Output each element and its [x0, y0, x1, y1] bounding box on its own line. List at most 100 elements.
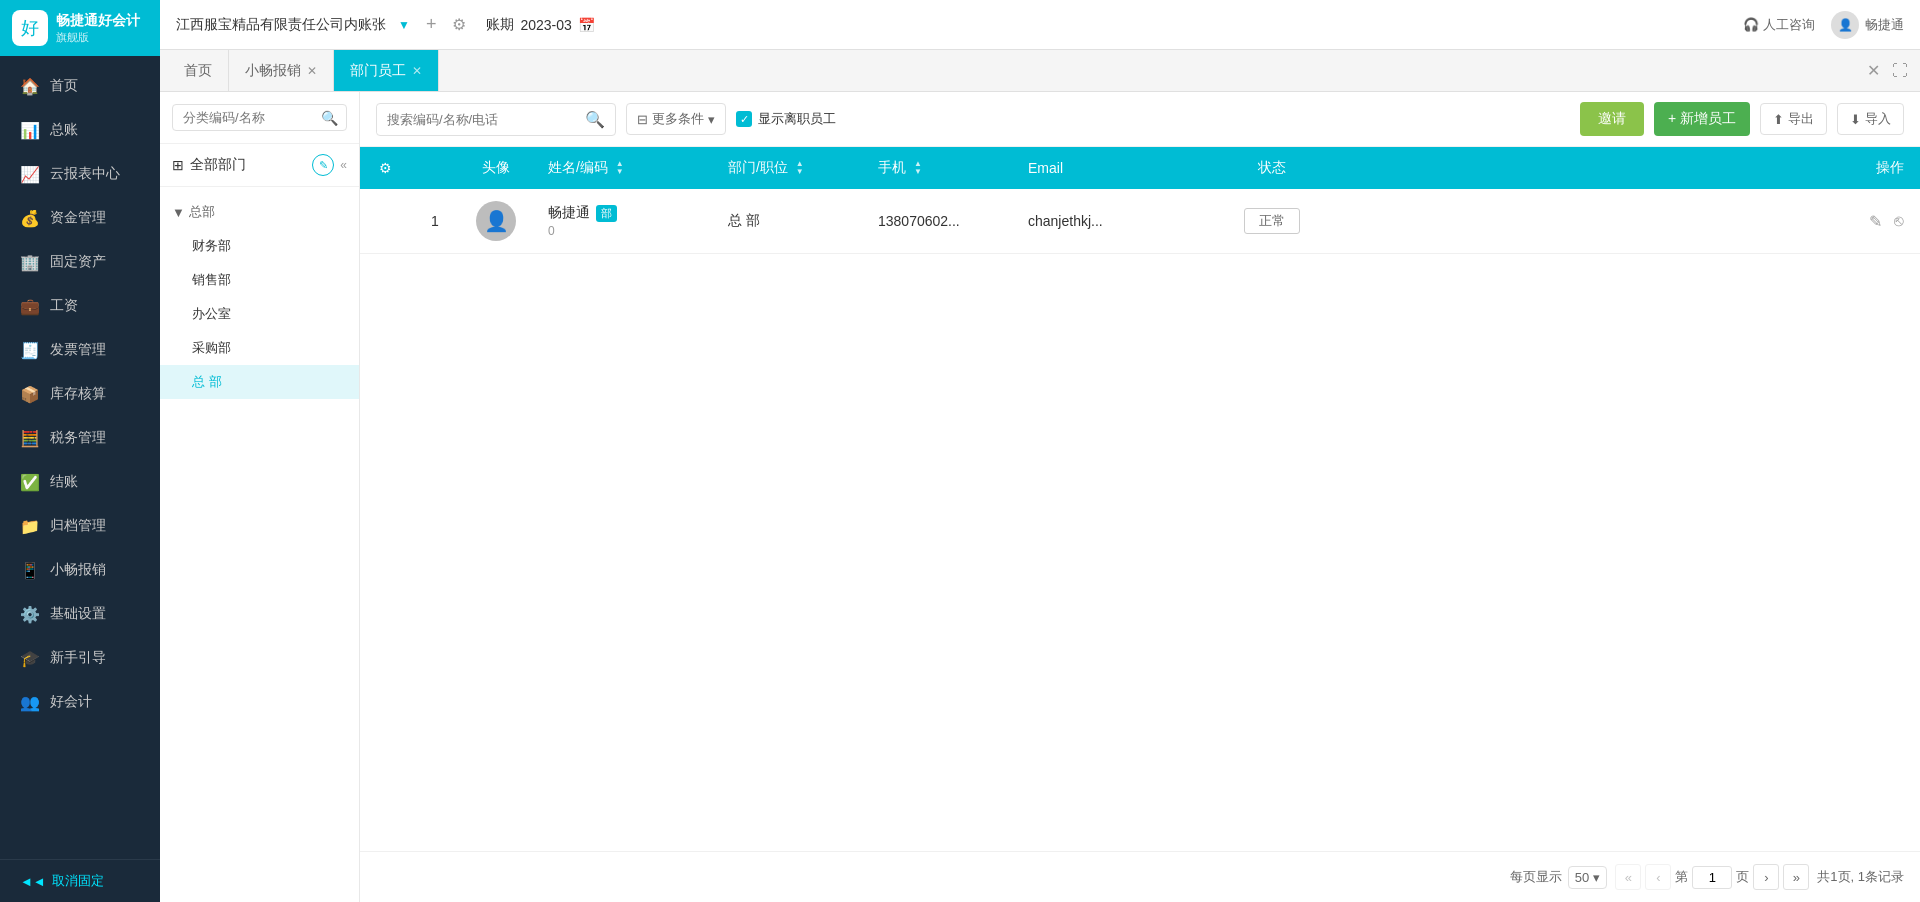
last-page-button[interactable]: »	[1783, 864, 1809, 890]
employee-code: 0	[548, 224, 696, 238]
tab-home[interactable]: 首页	[168, 50, 229, 91]
col-header-action: 操作	[1332, 147, 1920, 189]
action-icons: ✎ ⎋	[1348, 212, 1904, 231]
guide-icon: 🎓	[20, 648, 40, 668]
tab-expense-label: 小畅报销	[245, 62, 301, 80]
sidebar-item-salary[interactable]: 💼 工资	[0, 284, 160, 328]
prev-page-button[interactable]: ‹	[1645, 864, 1671, 890]
topbar: 江西服宝精品有限责任公司内账张 ▼ + ⚙ 账期 2023-03 📅 🎧 人工咨…	[160, 0, 1920, 50]
reports-icon: 📈	[20, 164, 40, 184]
sidebar-item-tax[interactable]: 🧮 税务管理	[0, 416, 160, 460]
dept-search-icon[interactable]: 🔍	[321, 110, 338, 126]
col-header-settings[interactable]: ⚙	[360, 147, 410, 189]
sidebar-item-inventory[interactable]: 📦 库存核算	[0, 372, 160, 416]
filter-chevron-icon: ▾	[708, 112, 715, 127]
settings-icon: ⚙️	[20, 604, 40, 624]
page-prefix: 第	[1675, 868, 1688, 886]
import-button[interactable]: ⬇ 导入	[1837, 103, 1904, 135]
support-button[interactable]: 🎧 人工咨询	[1743, 16, 1815, 34]
sidebar-item-accounting[interactable]: 👥 好会计	[0, 680, 160, 724]
dept-tree-item-office[interactable]: 办公室	[160, 297, 359, 331]
dept-tree-item-purchase[interactable]: 采购部	[160, 331, 359, 365]
sidebar-label-inventory: 库存核算	[50, 385, 106, 403]
dept-tree-item-zongbu-parent[interactable]: ▼ 总部	[160, 195, 359, 229]
employee-avatar: 👤	[476, 201, 516, 241]
sidebar-label-tax: 税务管理	[50, 429, 106, 447]
row-dept-cell: 总 部	[712, 189, 862, 254]
tab-employees[interactable]: 部门员工 ✕	[334, 50, 439, 91]
dept-grid-icon: ⊞	[172, 157, 184, 173]
tab-expense[interactable]: 小畅报销 ✕	[229, 50, 334, 91]
export-button[interactable]: ⬆ 导出	[1760, 103, 1827, 135]
sidebar-item-ledger[interactable]: 📊 总账	[0, 108, 160, 152]
sidebar-item-assets[interactable]: 🏢 固定资产	[0, 240, 160, 284]
edit-icon[interactable]: ✎	[1869, 212, 1882, 231]
employee-email: chanjethkj...	[1028, 213, 1103, 229]
col-name-sort[interactable]: ▲▼	[616, 160, 624, 176]
sidebar-item-invoice[interactable]: 🧾 发票管理	[0, 328, 160, 372]
col-phone-sort[interactable]: ▲▼	[914, 160, 922, 176]
dept-tree-item-sales[interactable]: 销售部	[160, 263, 359, 297]
sidebar-label-guide: 新手引导	[50, 649, 106, 667]
support-label: 人工咨询	[1763, 16, 1815, 34]
sidebar-item-archive[interactable]: 📁 归档管理	[0, 504, 160, 548]
pagination-total: 共1页, 1条记录	[1817, 868, 1904, 886]
sidebar-item-funds[interactable]: 💰 资金管理	[0, 196, 160, 240]
company-dropdown[interactable]: ▼	[398, 18, 410, 32]
add-company-button[interactable]: +	[422, 14, 441, 35]
next-page-button[interactable]: ›	[1753, 864, 1779, 890]
col-header-name[interactable]: 姓名/编码 ▲▼	[532, 147, 712, 189]
table-row: 1 👤 畅捷通 部	[360, 189, 1920, 254]
triangle-icon: ▼	[172, 205, 185, 220]
first-page-button[interactable]: «	[1615, 864, 1641, 890]
page-input[interactable]	[1692, 866, 1732, 889]
sidebar-item-guide[interactable]: 🎓 新手引导	[0, 636, 160, 680]
tab-employees-close[interactable]: ✕	[412, 64, 422, 78]
dept-edit-icon[interactable]: ✎	[312, 154, 334, 176]
page-suffix: 页	[1736, 868, 1749, 886]
close-tab-icon[interactable]: ✕	[1867, 61, 1880, 80]
more-filter-button[interactable]: ⊟ 更多条件 ▾	[626, 103, 726, 135]
dept-collapse-icon[interactable]: «	[340, 158, 347, 172]
fullscreen-icon[interactable]: ⛶	[1892, 62, 1908, 80]
dept-tree: ▼ 总部 财务部 销售部 办公室 采购部 总 部	[160, 187, 359, 902]
employee-search-input[interactable]	[377, 106, 575, 133]
sidebar-item-closing[interactable]: ✅ 结账	[0, 460, 160, 504]
sidebar-item-reports[interactable]: 📈 云报表中心	[0, 152, 160, 196]
topbar-right: 🎧 人工咨询 👤 畅捷通	[1743, 11, 1904, 39]
sidebar-item-settings[interactable]: ⚙️ 基础设置	[0, 592, 160, 636]
sidebar-logo: 好 畅捷通好会计 旗舰版	[0, 0, 160, 56]
employee-toolbar: 🔍 ⊟ 更多条件 ▾ ✓ 显示离职员工 邀请 + 新增员工 ⬆ 导出	[360, 92, 1920, 147]
dept-tree-item-general[interactable]: 总 部	[160, 365, 359, 399]
logout-icon[interactable]: ⎋	[1894, 212, 1904, 230]
calendar-icon[interactable]: 📅	[578, 17, 595, 33]
sidebar-pin-toggle[interactable]: ◄◄ 取消固定	[0, 859, 160, 902]
archive-icon: 📁	[20, 516, 40, 536]
employee-search-icon[interactable]: 🔍	[575, 104, 615, 135]
dept-tree-item-label-zongbu-parent: 总部	[189, 203, 215, 221]
col-header-dept[interactable]: 部门/职位 ▲▼	[712, 147, 862, 189]
add-employee-button[interactable]: + 新增员工	[1654, 102, 1750, 136]
tax-icon: 🧮	[20, 428, 40, 448]
dept-tree-item-finance[interactable]: 财务部	[160, 229, 359, 263]
col-header-phone[interactable]: 手机 ▲▼	[862, 147, 1012, 189]
user-menu[interactable]: 👤 畅捷通	[1831, 11, 1904, 39]
col-dept-sort[interactable]: ▲▼	[796, 160, 804, 176]
per-page-dropdown[interactable]: 50 ▾	[1568, 866, 1607, 889]
per-page-value: 50	[1575, 870, 1589, 885]
person-icon: 👤	[484, 209, 509, 233]
show-resigned-checkbox[interactable]: ✓	[736, 111, 752, 127]
employee-name: 畅捷通	[548, 204, 590, 222]
sidebar-item-home[interactable]: 🏠 首页	[0, 64, 160, 108]
sidebar-label-ledger: 总账	[50, 121, 78, 139]
sidebar-item-expense[interactable]: 📱 小畅报销	[0, 548, 160, 592]
invite-button[interactable]: 邀请	[1580, 102, 1644, 136]
expense-icon: 📱	[20, 560, 40, 580]
employee-table: ⚙ 头像 姓名/编码 ▲▼ 部门/职位 ▲▼	[360, 147, 1920, 851]
tab-expense-close[interactable]: ✕	[307, 64, 317, 78]
col-header-status: 状态	[1212, 147, 1332, 189]
tab-employees-label: 部门员工	[350, 62, 406, 80]
settings-gear-icon[interactable]: ⚙	[452, 15, 466, 34]
company-name: 江西服宝精品有限责任公司内账张	[176, 16, 386, 34]
toolbar-right: 邀请 + 新增员工 ⬆ 导出 ⬇ 导入	[1580, 102, 1904, 136]
